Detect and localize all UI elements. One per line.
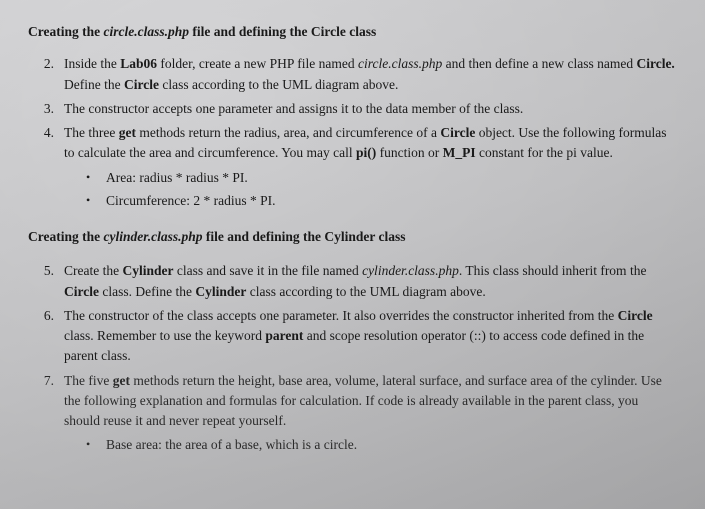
item-body: The constructor of the class accepts one… bbox=[64, 306, 677, 367]
item-body: The three get methods return the radius,… bbox=[64, 123, 677, 164]
item-number: 3. bbox=[42, 99, 64, 119]
bullet-text: Area: radius * radius * PI. bbox=[106, 168, 248, 188]
list-item-5: 5. Create the Cylinder class and save it… bbox=[28, 261, 677, 302]
item-number: 4. bbox=[42, 123, 64, 164]
section-heading-1: Creating the circle.class.php file and d… bbox=[28, 22, 677, 42]
heading-filename: cylinder.class.php bbox=[104, 229, 203, 244]
list-item-4: 4. The three get methods return the radi… bbox=[28, 123, 677, 164]
section-heading-2: Creating the cylinder.class.php file and… bbox=[28, 227, 677, 247]
document-page: Creating the circle.class.php file and d… bbox=[28, 22, 677, 456]
list-item-6: 6. The constructor of the class accepts … bbox=[28, 306, 677, 367]
item-number: 2. bbox=[42, 54, 64, 95]
item-number: 6. bbox=[42, 306, 64, 367]
heading-prefix: Creating the bbox=[28, 24, 104, 39]
item-number: 7. bbox=[42, 371, 64, 432]
bullet-text: Base area: the area of a base, which is … bbox=[106, 435, 357, 455]
bullet-glyph: • bbox=[86, 435, 106, 455]
bullet-area: • Area: radius * radius * PI. bbox=[86, 168, 677, 188]
bullet-circumference: • Circumference: 2 * radius * PI. bbox=[86, 191, 677, 211]
heading-suffix: file and defining the Circle class bbox=[189, 24, 376, 39]
list-item-7: 7. The five get methods return the heigh… bbox=[28, 371, 677, 432]
list-item-3: 3. The constructor accepts one parameter… bbox=[28, 99, 677, 119]
item-body: Create the Cylinder class and save it in… bbox=[64, 261, 677, 302]
heading-suffix: file and defining the Cylinder class bbox=[203, 229, 406, 244]
bullet-glyph: • bbox=[86, 191, 106, 211]
item-body: The constructor accepts one parameter an… bbox=[64, 99, 677, 119]
heading-filename: circle.class.php bbox=[104, 24, 190, 39]
bullet-base-area: • Base area: the area of a base, which i… bbox=[86, 435, 677, 455]
bullet-glyph: • bbox=[86, 168, 106, 188]
item-number: 5. bbox=[42, 261, 64, 302]
item-body: The five get methods return the height, … bbox=[64, 371, 677, 432]
bullet-text: Circumference: 2 * radius * PI. bbox=[106, 191, 275, 211]
list-item-2: 2. Inside the Lab06 folder, create a new… bbox=[28, 54, 677, 95]
item-body: Inside the Lab06 folder, create a new PH… bbox=[64, 54, 677, 95]
heading-prefix: Creating the bbox=[28, 229, 104, 244]
